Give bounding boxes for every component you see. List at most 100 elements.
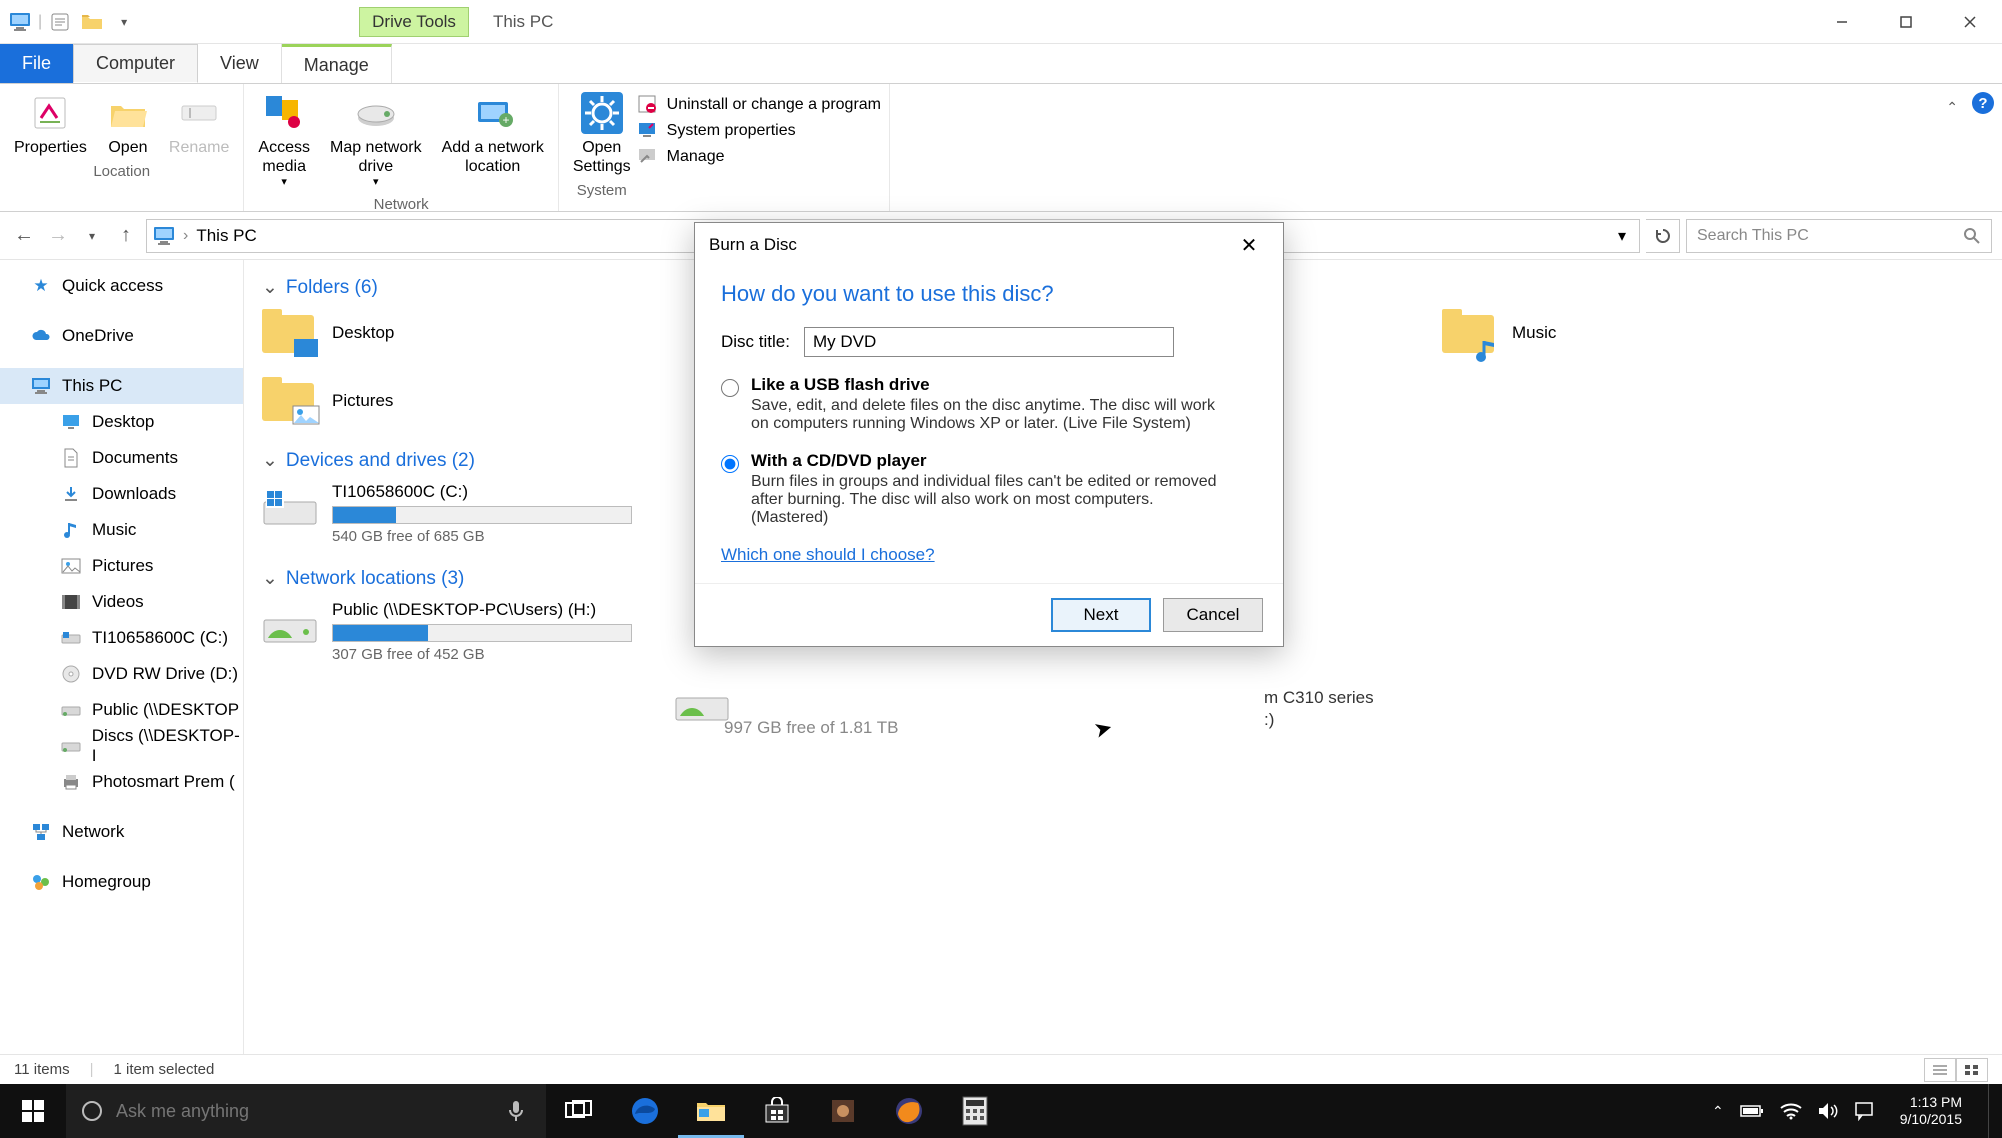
tab-manage[interactable]: Manage: [282, 44, 392, 83]
tray-wifi-icon[interactable]: [1780, 1102, 1802, 1120]
tray-clock[interactable]: 1:13 PM9/10/2015: [1890, 1094, 1972, 1128]
tray-show-hidden-icon[interactable]: ⌃: [1712, 1103, 1724, 1120]
nav-this-pc[interactable]: This PC: [0, 368, 243, 404]
ribbon-collapse-chevron[interactable]: ⌃: [1946, 99, 1958, 116]
nav-net-public[interactable]: Public (\\DESKTOP: [0, 692, 243, 728]
drive-icon: [60, 627, 82, 649]
properties-icon: [29, 92, 71, 134]
nav-network[interactable]: Network: [0, 814, 243, 850]
qat-divider: |: [38, 13, 42, 31]
nav-documents[interactable]: Documents: [0, 440, 243, 476]
taskbar-store[interactable]: [744, 1084, 810, 1138]
settings-gear-icon: [581, 92, 623, 134]
ribbon-group-title: Network: [374, 194, 429, 217]
cortana-input[interactable]: [116, 1101, 496, 1122]
ribbon-btn-access-media[interactable]: Access media▾: [252, 88, 316, 194]
folder-desktop[interactable]: Desktop: [262, 309, 642, 357]
taskbar-app-generic[interactable]: [810, 1084, 876, 1138]
chevron-down-icon: ⌄: [262, 276, 278, 299]
details-view-toggle[interactable]: [1924, 1058, 1956, 1082]
system-tray: ⌃ 1:13 PM9/10/2015: [1712, 1084, 2002, 1138]
folder-music[interactable]: Music: [1442, 309, 1822, 357]
recent-locations-dropdown[interactable]: ▾: [78, 222, 106, 250]
dialog-help-link[interactable]: Which one should I choose?: [721, 545, 935, 564]
disc-title-label: Disc title:: [721, 332, 790, 352]
taskbar-calculator[interactable]: [942, 1084, 1008, 1138]
cancel-button[interactable]: Cancel: [1163, 598, 1263, 632]
qat-new-folder-icon[interactable]: [78, 8, 106, 36]
radio-option-usb[interactable]: Like a USB flash drive Save, edit, and d…: [721, 375, 1257, 433]
next-button[interactable]: Next: [1051, 598, 1151, 632]
taskbar-explorer[interactable]: [678, 1084, 744, 1138]
dialog-close-button[interactable]: ✕: [1229, 225, 1269, 265]
nav-dvd-drive[interactable]: DVD RW Drive (D:): [0, 656, 243, 692]
nav-videos[interactable]: Videos: [0, 584, 243, 620]
nav-desktop[interactable]: Desktop: [0, 404, 243, 440]
ribbon-tabs: File Computer View Manage ⌃ ?: [0, 44, 2002, 84]
taskbar-firefox[interactable]: [876, 1084, 942, 1138]
ribbon-group-title: System: [577, 180, 627, 203]
radio-cddvd[interactable]: [721, 455, 739, 473]
refresh-button[interactable]: [1646, 219, 1680, 253]
manage-icon: [637, 146, 659, 168]
mic-icon[interactable]: [508, 1100, 532, 1122]
cloud-icon: [30, 325, 52, 347]
maximize-button[interactable]: [1874, 0, 1938, 44]
tray-volume-icon[interactable]: [1818, 1102, 1838, 1120]
ribbon-btn-system-properties[interactable]: System properties: [637, 120, 881, 142]
ribbon-group-location: Properties Open Rename Location: [0, 84, 244, 211]
nav-onedrive[interactable]: OneDrive: [0, 318, 243, 354]
chevron-down-icon: ⌄: [262, 449, 278, 472]
address-dropdown[interactable]: ▾: [1611, 226, 1633, 246]
network-icon: [30, 821, 52, 843]
dialog-titlebar[interactable]: Burn a Disc ✕: [695, 223, 1283, 267]
thumbnails-view-toggle[interactable]: [1956, 1058, 1988, 1082]
forward-button[interactable]: →: [44, 222, 72, 250]
ribbon-btn-map-network-drive[interactable]: Map network drive▾: [324, 88, 428, 194]
nav-c-drive[interactable]: TI10658600C (C:): [0, 620, 243, 656]
ribbon-btn-open-settings[interactable]: Open Settings: [567, 88, 637, 180]
window-title: This PC: [493, 12, 553, 32]
up-button[interactable]: ↑: [112, 222, 140, 250]
tray-battery-icon[interactable]: [1740, 1104, 1764, 1118]
ribbon-btn-manage[interactable]: Manage: [637, 146, 881, 168]
nav-net-discs[interactable]: Discs (\\DESKTOP-I: [0, 728, 243, 764]
net-drive-public[interactable]: Public (\\DESKTOP-PC\Users) (H:) 307 GB …: [262, 600, 682, 663]
breadcrumb[interactable]: This PC: [196, 226, 256, 246]
nav-music[interactable]: Music: [0, 512, 243, 548]
taskbar-edge[interactable]: [612, 1084, 678, 1138]
nav-quick-access[interactable]: ★Quick access: [0, 268, 243, 304]
radio-option-cddvd[interactable]: With a CD/DVD player Burn files in group…: [721, 451, 1257, 527]
tab-view[interactable]: View: [198, 44, 282, 83]
disc-title-input[interactable]: [804, 327, 1174, 357]
radio-usb[interactable]: [721, 379, 739, 397]
close-button[interactable]: [1938, 0, 2002, 44]
folder-pictures[interactable]: Pictures: [262, 377, 642, 425]
folder-icon: [262, 377, 318, 425]
help-icon[interactable]: ?: [1972, 92, 1994, 114]
tray-action-center-icon[interactable]: [1854, 1101, 1874, 1121]
drive-c[interactable]: TI10658600C (C:) 540 GB free of 685 GB: [262, 482, 682, 545]
ribbon-btn-open[interactable]: Open: [101, 88, 155, 161]
tab-computer[interactable]: Computer: [73, 44, 198, 83]
nav-homegroup[interactable]: Homegroup: [0, 864, 243, 900]
ribbon-btn-add-network-location[interactable]: + Add a network location: [436, 88, 550, 194]
cortana-search[interactable]: [66, 1084, 546, 1138]
back-button[interactable]: ←: [10, 222, 38, 250]
task-view-button[interactable]: [546, 1084, 612, 1138]
ribbon-btn-properties[interactable]: Properties: [8, 88, 93, 161]
pictures-icon: [60, 555, 82, 577]
nav-pictures[interactable]: Pictures: [0, 548, 243, 584]
search-input[interactable]: Search This PC: [1686, 219, 1992, 253]
show-desktop-button[interactable]: [1988, 1084, 1996, 1138]
nav-net-photosmart[interactable]: Photosmart Prem (: [0, 764, 243, 800]
qat-customize-dropdown[interactable]: ▾: [110, 8, 138, 36]
ribbon-btn-uninstall[interactable]: Uninstall or change a program: [637, 94, 881, 116]
qat-this-pc-icon[interactable]: [6, 8, 34, 36]
nav-downloads[interactable]: Downloads: [0, 476, 243, 512]
start-button[interactable]: [0, 1084, 66, 1138]
minimize-button[interactable]: [1810, 0, 1874, 44]
drive-tools-contextual-tab[interactable]: Drive Tools: [359, 7, 469, 37]
tab-file[interactable]: File: [0, 44, 73, 83]
qat-properties-icon[interactable]: [46, 8, 74, 36]
